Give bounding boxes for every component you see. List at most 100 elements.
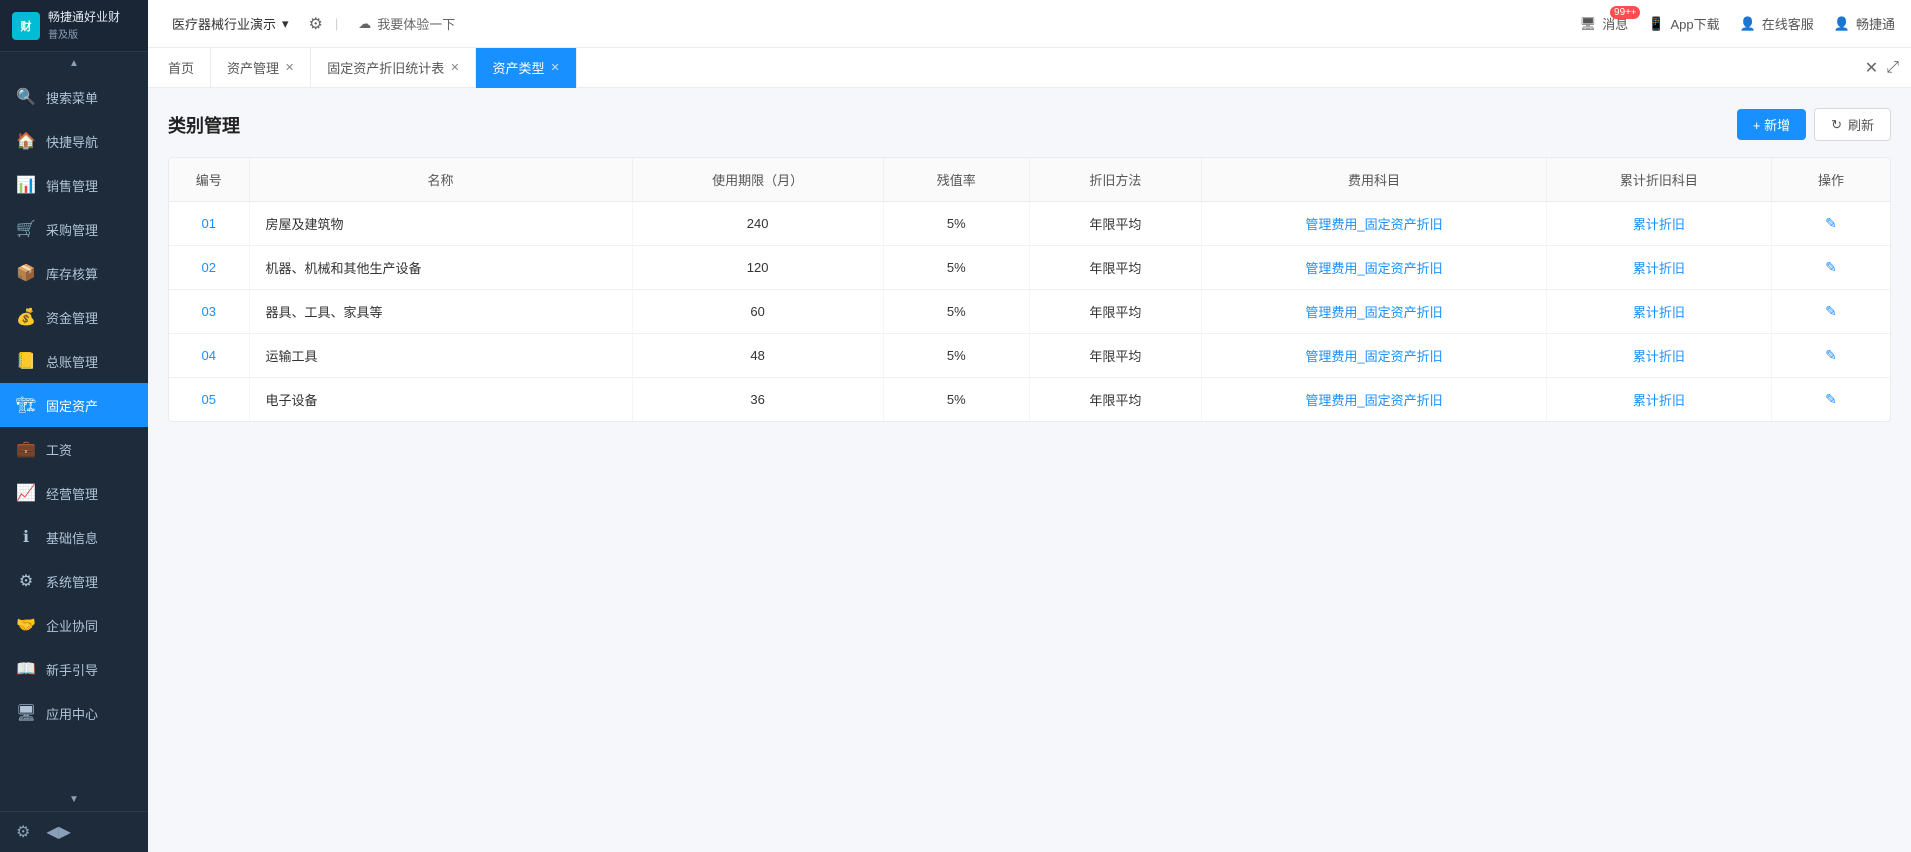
table-cell: 5%	[883, 202, 1029, 246]
table-row: 05电子设备365%年限平均管理费用_固定资产折旧累计折旧✎	[169, 378, 1890, 422]
table-cell[interactable]: 累计折旧	[1546, 290, 1771, 334]
sidebar-item-salary[interactable]: 💼工资	[0, 427, 148, 471]
scroll-up[interactable]: ▲	[0, 52, 148, 75]
sidebar-item-quick-nav[interactable]: 🏠快捷导航	[0, 119, 148, 163]
expand-window-icon[interactable]: ⤢	[1886, 59, 1899, 77]
sidebar-item-inventory[interactable]: 📦库存核算	[0, 251, 148, 295]
table-cell[interactable]: 04	[169, 334, 249, 378]
table-cell: 36	[632, 378, 883, 422]
menu-icon: 📈	[16, 483, 36, 503]
table-cell: 60	[632, 290, 883, 334]
menu-icon: 💰	[16, 307, 36, 327]
table-cell: 年限平均	[1029, 290, 1201, 334]
table-cell[interactable]: ✎	[1771, 378, 1890, 422]
table-cell[interactable]: 累计折旧	[1546, 202, 1771, 246]
table-cell: 电子设备	[249, 378, 632, 422]
app-download[interactable]: 📱 App下载	[1648, 14, 1719, 33]
sidebar-item-system[interactable]: ⚙系统管理	[0, 559, 148, 603]
table-cell: 房屋及建筑物	[249, 202, 632, 246]
table-cell[interactable]: 管理费用_固定资产折旧	[1201, 246, 1546, 290]
scroll-down[interactable]: ▼	[0, 788, 148, 811]
tab-close-icon[interactable]: ✕	[551, 61, 560, 74]
sidebar-item-label: 基础信息	[46, 528, 98, 547]
sidebar-item-collab[interactable]: 🤝 企业协同	[0, 603, 148, 647]
settings-icon[interactable]: ⚙	[309, 14, 323, 34]
tab-depreciation-table[interactable]: 固定资产折旧统计表✕	[311, 48, 476, 88]
table-cell[interactable]: 管理费用_固定资产折旧	[1201, 334, 1546, 378]
table-cell[interactable]: 02	[169, 246, 249, 290]
menu-icon: 📖	[16, 659, 36, 679]
table-cell[interactable]: ✎	[1771, 246, 1890, 290]
table-cell[interactable]: 累计折旧	[1546, 334, 1771, 378]
column-header: 折旧方法	[1029, 158, 1201, 202]
table-row: 02机器、机械和其他生产设备1205%年限平均管理费用_固定资产折旧累计折旧✎	[169, 246, 1890, 290]
table-cell: 年限平均	[1029, 334, 1201, 378]
menu-icon: 📊	[16, 175, 36, 195]
sidebar-item-guide[interactable]: 📖新手引导	[0, 647, 148, 691]
online-service[interactable]: 👤 在线客服	[1740, 14, 1814, 33]
tab-close-icon[interactable]: ✕	[285, 61, 294, 74]
table-cell[interactable]: 累计折旧	[1546, 378, 1771, 422]
header-actions: + 新增 ↻ 刷新	[1737, 108, 1891, 141]
sidebar-item-label: 快捷导航	[46, 132, 98, 151]
logo-text: 畅捷通好业财	[48, 10, 120, 26]
sidebar-bottom: ⚙ ◀▶	[0, 811, 148, 852]
table-cell[interactable]: 05	[169, 378, 249, 422]
settings-icon[interactable]: ⚙	[16, 822, 30, 842]
sidebar-item-operations[interactable]: 📈经营管理	[0, 471, 148, 515]
sidebar-item-label: 企业协同	[46, 616, 98, 635]
sidebar-item-app-center[interactable]: 🖥应用中心	[0, 691, 148, 735]
sidebar-item-label: 系统管理	[46, 572, 98, 591]
main-content: 医疗器械行业演示 ▾ ⚙ | ☁ 我要体验一下 🖥 消息 99++ 📱 App下…	[148, 0, 1911, 852]
sidebar-logo: 财 畅捷通好业财 普及版	[0, 0, 148, 52]
table-cell[interactable]: 累计折旧	[1546, 246, 1771, 290]
table-cell[interactable]: ✎	[1771, 290, 1890, 334]
logo-badge: 普及版	[48, 26, 120, 41]
user-info[interactable]: 👤 畅捷通	[1834, 14, 1895, 33]
sidebar-item-label: 总账管理	[46, 352, 98, 371]
sidebar-item-basic-info[interactable]: ℹ基础信息	[0, 515, 148, 559]
experience-button[interactable]: ☁ 我要体验一下	[350, 10, 463, 37]
sidebar-item-capital[interactable]: 💰资金管理	[0, 295, 148, 339]
refresh-label: 刷新	[1848, 115, 1874, 134]
close-window-icon[interactable]: ✕	[1865, 58, 1878, 78]
scroll-down-icon[interactable]: ▼	[67, 792, 81, 807]
column-header: 操作	[1771, 158, 1890, 202]
new-button[interactable]: + 新增	[1737, 109, 1806, 140]
module-selector[interactable]: 医疗器械行业演示 ▾	[164, 10, 297, 37]
refresh-icon: ↻	[1831, 117, 1842, 133]
service-icon: 👤	[1740, 16, 1756, 32]
tab-label: 资产类型	[492, 58, 544, 77]
sidebar-item-sales[interactable]: 📊销售管理	[0, 163, 148, 207]
refresh-button[interactable]: ↻ 刷新	[1814, 108, 1891, 141]
table-cell[interactable]: 管理费用_固定资产折旧	[1201, 290, 1546, 334]
sidebar-item-purchase[interactable]: 🛒采购管理	[0, 207, 148, 251]
table-cell: 年限平均	[1029, 378, 1201, 422]
table-cell[interactable]: 管理费用_固定资产折旧	[1201, 378, 1546, 422]
tab-home[interactable]: 首页	[148, 48, 211, 88]
notification-badge: 99++	[1610, 6, 1640, 19]
tab-asset-type[interactable]: 资产类型 ✕	[476, 48, 576, 88]
sidebar-item-ledger[interactable]: 📒总账管理	[0, 339, 148, 383]
notifications[interactable]: 🖥 消息 99++	[1580, 14, 1629, 33]
experience-icon: ☁	[358, 16, 371, 32]
collapse-icon[interactable]: ◀▶	[46, 822, 71, 842]
menu-icon: 🤝	[16, 615, 36, 635]
menu-icon: 📦	[16, 263, 36, 283]
table-cell[interactable]: ✎	[1771, 334, 1890, 378]
page-content: 类别管理 + 新增 ↻ 刷新 编号名称使用期限（月）残值率折旧方法费用科目累计折…	[148, 88, 1911, 852]
scroll-up-icon[interactable]: ▲	[67, 56, 81, 71]
table-cell[interactable]: 03	[169, 290, 249, 334]
tab-close-icon[interactable]: ✕	[450, 61, 459, 74]
table-row: 01房屋及建筑物2405%年限平均管理费用_固定资产折旧累计折旧✎	[169, 202, 1890, 246]
table-cell[interactable]: 01	[169, 202, 249, 246]
sidebar-item-search[interactable]: 🔍搜索菜单	[0, 75, 148, 119]
table-cell: 240	[632, 202, 883, 246]
table-cell[interactable]: ✎	[1771, 202, 1890, 246]
table-cell: 5%	[883, 334, 1029, 378]
tab-asset-mgmt[interactable]: 资产管理✕	[211, 48, 311, 88]
sidebar-item-fixed-assets[interactable]: 🏗固定资产	[0, 383, 148, 427]
sidebar-item-label: 应用中心	[46, 704, 98, 723]
table-cell[interactable]: 管理费用_固定资产折旧	[1201, 202, 1546, 246]
sidebar-item-label: 采购管理	[46, 220, 98, 239]
